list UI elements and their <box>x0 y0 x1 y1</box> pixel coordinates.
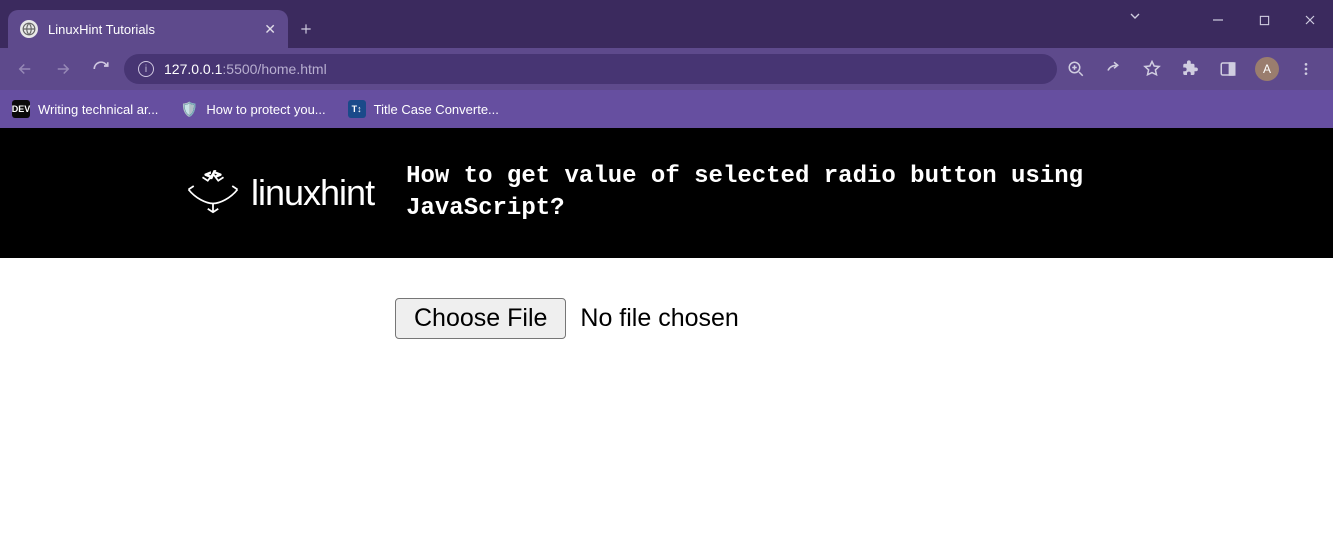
bookmark-favicon: DEV <box>12 100 30 118</box>
bookmark-label: Title Case Converte... <box>374 102 499 117</box>
url-text: 127.0.0.1:5500/home.html <box>164 61 327 77</box>
site-header: </> linuxhint How to get value of select… <box>0 128 1333 258</box>
logo-icon: </> <box>185 165 241 221</box>
back-button[interactable] <box>10 54 40 84</box>
menu-icon[interactable] <box>1295 58 1317 80</box>
bookmark-label: Writing technical ar... <box>38 102 158 117</box>
site-info-icon[interactable]: i <box>138 61 154 77</box>
address-bar[interactable]: i 127.0.0.1:5500/home.html <box>124 54 1057 84</box>
page-content: Choose File No file chosen <box>0 258 1333 339</box>
close-window-button[interactable] <box>1287 0 1333 40</box>
extensions-icon[interactable] <box>1179 58 1201 80</box>
globe-icon <box>20 20 38 38</box>
file-status-text: No file chosen <box>580 304 738 333</box>
minimize-button[interactable] <box>1195 0 1241 40</box>
share-icon[interactable] <box>1103 58 1125 80</box>
sidepanel-icon[interactable] <box>1217 58 1239 80</box>
bookmarks-bar: DEV Writing technical ar... 🛡️ How to pr… <box>0 90 1333 128</box>
tab-dropdown-icon[interactable] <box>1127 8 1143 29</box>
page-title: How to get value of selected radio butto… <box>406 161 1166 226</box>
new-tab-button[interactable] <box>288 10 324 48</box>
bookmark-item[interactable]: DEV Writing technical ar... <box>12 100 158 118</box>
bookmark-favicon: T↕ <box>348 100 366 118</box>
choose-file-button[interactable]: Choose File <box>395 298 566 339</box>
forward-button[interactable] <box>48 54 78 84</box>
maximize-button[interactable] <box>1241 0 1287 40</box>
window-controls <box>1195 0 1333 40</box>
browser-tab[interactable]: LinuxHint Tutorials ✕ <box>8 10 288 48</box>
bookmark-favicon: 🛡️ <box>180 100 198 118</box>
bookmark-label: How to protect you... <box>206 102 325 117</box>
bookmark-item[interactable]: T↕ Title Case Converte... <box>348 100 499 118</box>
logo-text: linuxhint <box>251 172 374 214</box>
tab-title: LinuxHint Tutorials <box>48 22 254 37</box>
browser-toolbar: i 127.0.0.1:5500/home.html A <box>0 48 1333 90</box>
reload-button[interactable] <box>86 54 116 84</box>
toolbar-actions: A <box>1065 57 1323 81</box>
bookmark-star-icon[interactable] <box>1141 58 1163 80</box>
zoom-icon[interactable] <box>1065 58 1087 80</box>
svg-text:</>: </> <box>205 170 221 180</box>
browser-titlebar: LinuxHint Tutorials ✕ <box>0 0 1333 48</box>
site-logo[interactable]: </> linuxhint <box>185 165 374 221</box>
close-tab-icon[interactable]: ✕ <box>264 21 276 38</box>
profile-avatar[interactable]: A <box>1255 57 1279 81</box>
bookmark-item[interactable]: 🛡️ How to protect you... <box>180 100 325 118</box>
